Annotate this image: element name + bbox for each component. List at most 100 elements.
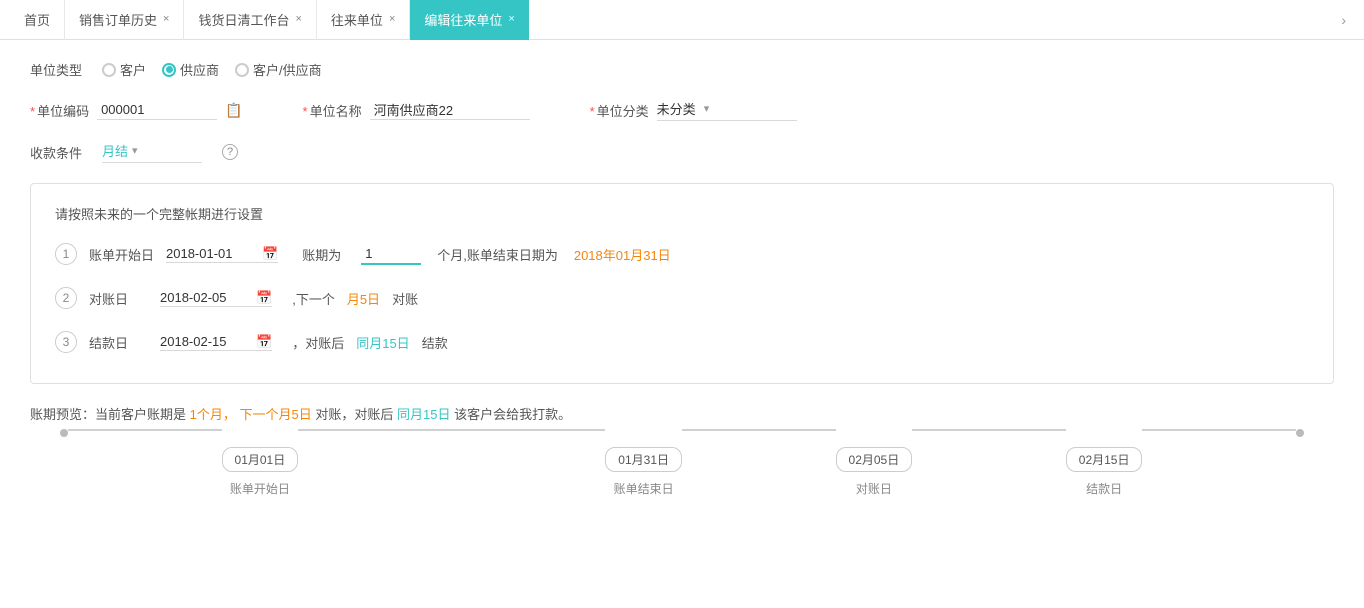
preview-end: 该客户会给我打款。 (454, 407, 571, 422)
unit-code-star: * (30, 104, 35, 119)
radio-customer-circle (102, 63, 116, 77)
payment-value: 月结 (102, 141, 128, 160)
unit-code-label: *单位编码 (30, 101, 89, 120)
preview-label: 账期预览：当前客户账期是 (30, 407, 186, 422)
preview-part1: 1个月， (190, 407, 236, 422)
tl-node-3-label: 结款日 (1086, 480, 1122, 497)
tab-sales-history-label: 销售订单历史 (79, 10, 157, 29)
step-3-row: 3 结款日 📅 ，对账后 同月15日 结款 (55, 331, 1309, 353)
tabs-arrow[interactable]: › (1333, 12, 1354, 28)
radio-both-circle (235, 63, 249, 77)
timeline-start-cap (60, 429, 68, 437)
tl-node-2-badge: 02月05日 (836, 447, 913, 472)
radio-supplier[interactable]: 供应商 (162, 60, 219, 79)
radio-customer[interactable]: 客户 (102, 60, 146, 79)
unit-code-icon[interactable]: 📋 (225, 102, 242, 119)
tab-partner-label: 往来单位 (331, 10, 383, 29)
step-2-row: 2 对账日 📅 ,下一个 月5日 对账 (55, 287, 1309, 309)
step-3-num: 3 (55, 331, 77, 353)
tab-edit-partner[interactable]: 编辑往来单位 × (410, 0, 528, 40)
step-2-calendar-icon[interactable]: 📅 (256, 290, 272, 306)
section-desc: 请按照未来的一个完整帐期进行设置 (55, 204, 1309, 223)
step-2-num: 2 (55, 287, 77, 309)
timeline: 01月01日 账单开始日 01月31日 账单结束日 02月05日 对账日 02月… (30, 447, 1334, 497)
page-content: 单位类型 客户 供应商 客户/供应商 *单位编码 (0, 40, 1364, 608)
step-2-date-wrap: 📅 (160, 290, 272, 307)
radio-both-label: 客户/供应商 (253, 60, 322, 79)
tl-node-1-label: 账单结束日 (614, 480, 674, 497)
step-1-mid-text: 账期为 (302, 245, 341, 264)
tab-partner-close[interactable]: × (389, 14, 395, 25)
step-3-date-wrap: 📅 (160, 334, 272, 351)
step-1-end-date: 2018年01月31日 (574, 245, 671, 264)
radio-both[interactable]: 客户/供应商 (235, 60, 322, 79)
step-1-date-input[interactable] (166, 246, 256, 261)
unit-name-label: *单位名称 (303, 101, 362, 120)
tl-node-1: 01月31日 账单结束日 (605, 447, 682, 497)
preview-mid: 对账，对账后 (315, 407, 393, 422)
step-2-label: 对账日 (89, 289, 128, 308)
unit-classify-group: *单位分类 未分类 ▾ (590, 99, 797, 121)
step-1-row: 1 账单开始日 📅 账期为 个月,账单结束日期为 2018年01月31日 (55, 243, 1309, 265)
payment-help-icon[interactable]: ? (222, 144, 238, 160)
step-1-num: 1 (55, 243, 77, 265)
tab-sales-history-close[interactable]: × (163, 14, 169, 25)
step-2-desc-suffix: 对账 (392, 289, 418, 308)
tab-home-label: 首页 (24, 10, 50, 29)
payment-row: 收款条件 月结 ▾ ? (30, 141, 1334, 163)
tl-node-2-label: 对账日 (856, 480, 892, 497)
tab-cash-work-close[interactable]: × (295, 14, 301, 25)
preview-part3: 同月15日 (397, 407, 450, 422)
billing-section: 请按照未来的一个完整帐期进行设置 1 账单开始日 📅 账期为 个月,账单结束日期… (30, 183, 1334, 384)
tl-node-0-badge: 01月01日 (222, 447, 299, 472)
tab-partner[interactable]: 往来单位 × (317, 0, 410, 40)
unit-name-star: * (303, 104, 308, 119)
tl-node-0: 01月01日 账单开始日 (222, 447, 299, 497)
unit-type-radio-group: 客户 供应商 客户/供应商 (102, 60, 322, 79)
tl-node-0-label: 账单开始日 (230, 480, 290, 497)
tab-cash-work-label: 钱货日清工作台 (198, 10, 289, 29)
unit-classify-chevron: ▾ (704, 102, 710, 115)
tl-connector-1 (298, 429, 605, 431)
step-1-label: 账单开始日 (89, 245, 154, 264)
step-3-date-input[interactable] (160, 334, 250, 349)
tl-node-3-badge: 02月15日 (1066, 447, 1143, 472)
tl-connector-0 (68, 429, 222, 431)
step-3-desc-prefix: ，对账后 (292, 333, 344, 352)
tl-connector-3 (912, 429, 1066, 431)
unit-name-group: *单位名称 (303, 100, 530, 120)
step-3-desc-suffix: 结款 (422, 333, 448, 352)
preview-part2: 下一个月5日 (240, 407, 312, 422)
tab-sales-history[interactable]: 销售订单历史 × (65, 0, 184, 40)
step-2-date-input[interactable] (160, 290, 250, 305)
unit-classify-value: 未分类 (657, 99, 696, 118)
step-1-end-text: 个月,账单结束日期为 (437, 245, 558, 264)
step-1-calendar-icon[interactable]: 📅 (262, 246, 278, 262)
payment-label: 收款条件 (30, 143, 82, 162)
step-3-desc-highlight: 同月15日 (356, 333, 409, 352)
unit-code-input[interactable] (97, 100, 217, 120)
step-3-label: 结款日 (89, 333, 128, 352)
unit-type-label: 单位类型 (30, 60, 82, 79)
step-2-desc-prefix: ,下一个 (292, 289, 335, 308)
tab-cash-work[interactable]: 钱货日清工作台 × (184, 0, 316, 40)
step-1-date-wrap: 📅 (166, 246, 278, 263)
unit-classify-star: * (590, 104, 595, 119)
payment-select[interactable]: 月结 ▾ (102, 141, 202, 163)
tab-edit-partner-close[interactable]: × (508, 14, 514, 25)
unit-name-input[interactable] (370, 100, 530, 120)
preview-text: 账期预览：当前客户账期是 1个月， 下一个月5日 对账，对账后 同月15日 该客… (30, 404, 1334, 423)
step-3-calendar-icon[interactable]: 📅 (256, 334, 272, 350)
tl-connector-4 (1142, 429, 1296, 431)
radio-supplier-label: 供应商 (180, 60, 219, 79)
step-1-period-input[interactable] (361, 244, 421, 265)
payment-chevron: ▾ (132, 144, 138, 157)
radio-customer-label: 客户 (120, 60, 146, 79)
tl-node-3: 02月15日 结款日 (1066, 447, 1143, 497)
unit-classify-select[interactable]: 未分类 ▾ (657, 99, 797, 121)
timeline-end-cap (1296, 429, 1304, 437)
step-2-desc-highlight: 月5日 (347, 289, 380, 308)
tl-node-1-badge: 01月31日 (605, 447, 682, 472)
tl-node-2: 02月05日 对账日 (836, 447, 913, 497)
tab-home[interactable]: 首页 (10, 0, 65, 40)
